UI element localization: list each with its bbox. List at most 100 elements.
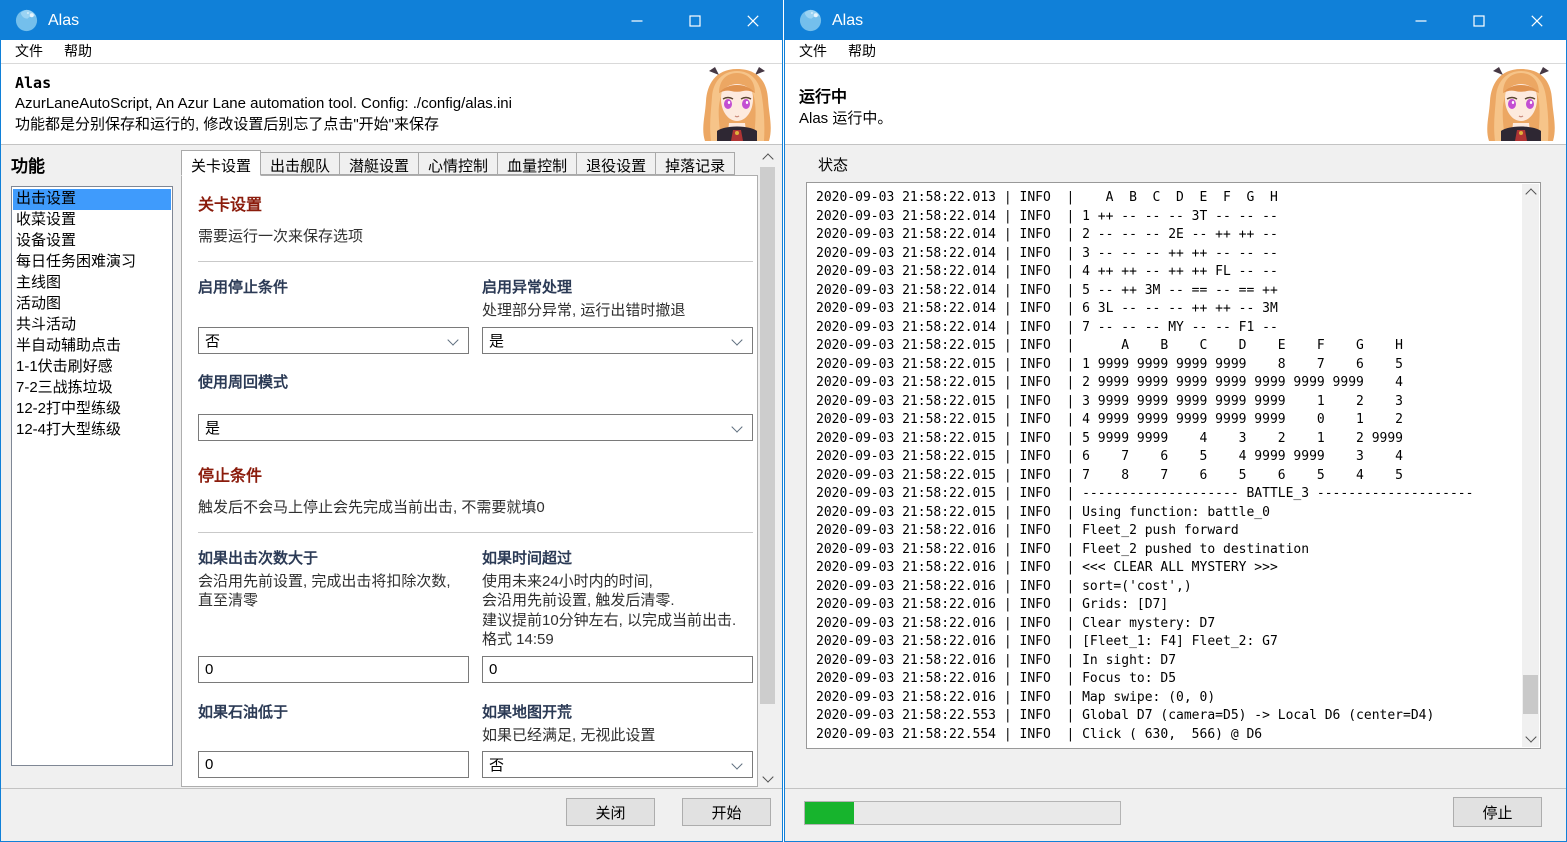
list-item[interactable]: 1-1伏击刷好感	[13, 357, 171, 378]
log-line: 2020-09-03 21:58:22.016 | INFO | Fleet_2…	[816, 541, 1310, 557]
close-button[interactable]	[724, 1, 782, 40]
if-oil-input[interactable]	[198, 751, 469, 778]
log-line: 2020-09-03 21:58:22.016 | INFO | sort=('…	[816, 578, 1192, 594]
loop-mode-select[interactable]: 是	[198, 413, 753, 441]
maximize-button[interactable]	[666, 1, 724, 40]
chevron-down-icon	[731, 420, 743, 433]
field-desc-if-map-clear: 如果已经满足, 无视此设置	[482, 726, 656, 744]
app-header: Alas AzurLaneAutoScript, An Azur Lane au…	[1, 64, 782, 145]
list-item[interactable]: 活动图	[13, 294, 171, 315]
tab-content: 关卡设置 需要运行一次来保存选项 启用停止条件 启用异常处理 处理部分异常, 运…	[181, 175, 758, 787]
field-label-if-time: 如果时间超过	[482, 549, 573, 567]
runner-main: 状态 2020-09-03 21:58:22.013 | INFO | A B …	[785, 145, 1566, 788]
log-line: 2020-09-03 21:58:22.014 | INFO | 7 -- --…	[816, 319, 1278, 335]
close-button[interactable]	[1508, 1, 1566, 40]
alas-logo-icon	[799, 9, 822, 32]
start-button[interactable]: 开始	[682, 798, 771, 826]
maximize-icon	[1473, 14, 1485, 27]
log-output[interactable]: 2020-09-03 21:58:22.013 | INFO | A B C D…	[808, 184, 1522, 747]
close-app-button[interactable]: 关闭	[566, 798, 655, 826]
field-label-enable-exception: 启用异常处理	[482, 279, 573, 296]
avatar-image	[1483, 67, 1559, 141]
list-item[interactable]: 设备设置	[13, 231, 171, 252]
log-line: 2020-09-03 21:58:22.015 | INFO | 5 9999 …	[816, 430, 1403, 446]
titlebar[interactable]: Alas	[1, 1, 782, 40]
chevron-down-icon	[1524, 731, 1537, 743]
log-line: 2020-09-03 21:58:22.015 | INFO | 7 8 7 6…	[816, 467, 1403, 483]
progress-fill	[805, 802, 854, 824]
config-window: Alas 文件 帮助 Alas AzurLaneAutoScript, An A…	[0, 0, 783, 842]
chevron-down-icon	[761, 771, 774, 783]
maximize-button[interactable]	[1450, 1, 1508, 40]
scroll-down-button[interactable]	[1522, 730, 1539, 747]
chevron-up-icon	[1524, 188, 1537, 200]
menu-bar: 文件 帮助	[785, 40, 1566, 64]
minimize-button[interactable]	[608, 1, 666, 40]
list-item[interactable]: 共斗活动	[13, 315, 171, 336]
bottom-bar: 停止	[785, 788, 1566, 841]
log-line: 2020-09-03 21:58:22.014 | INFO | 3 -- --…	[816, 245, 1278, 261]
list-item[interactable]: 12-2打中型练级	[13, 399, 171, 420]
log-line: 2020-09-03 21:58:22.014 | INFO | 2 -- --…	[816, 227, 1278, 242]
chevron-down-icon	[447, 333, 459, 346]
if-count-input[interactable]	[198, 655, 469, 683]
form-row-oil-map: 如果石油低于 如果地图开荒 如果已经满足, 无视此设置 否	[198, 703, 753, 778]
field-desc-if-time: 使用未来24小时内的时间, 会沿用先前设置, 触发后清零. 建议提前10分钟左右…	[482, 572, 737, 649]
tab-bar: 关卡设置 出击舰队 潜艇设置 心情控制 血量控制 退役设置 掉落记录	[181, 149, 758, 176]
tab[interactable]: 潜艇设置	[340, 152, 420, 175]
log-line: 2020-09-03 21:58:22.016 | INFO | Grids: …	[816, 597, 1169, 612]
menu-help[interactable]: 帮助	[844, 39, 885, 64]
tab[interactable]: 出击舰队	[261, 152, 341, 175]
scroll-up-button[interactable]	[1522, 184, 1539, 201]
tab[interactable]: 掉落记录	[656, 152, 736, 175]
list-item[interactable]: 出击设置	[13, 189, 171, 210]
alas-logo-icon	[15, 9, 38, 32]
minimize-icon	[631, 19, 643, 22]
enable-stop-select[interactable]: 否	[198, 326, 469, 354]
section-desc: 需要运行一次来保存选项	[198, 228, 364, 245]
enable-exception-select[interactable]: 是	[482, 326, 753, 354]
run-header: 运行中 Alas 运行中。	[785, 64, 1566, 145]
if-time-input[interactable]	[482, 655, 753, 683]
app-subtitle: AzurLaneAutoScript, An Azur Lane automat…	[15, 95, 512, 112]
menu-bar: 文件 帮助	[1, 40, 782, 64]
run-status-title: 运行中	[799, 89, 848, 106]
settings-scrollbar[interactable]	[759, 149, 776, 787]
settings-tab-area: 关卡设置 出击舰队 潜艇设置 心情控制 血量控制 退役设置 掉落记录 关卡设置 需要运行一次…	[181, 149, 758, 788]
chevron-down-icon	[731, 758, 743, 770]
divider	[198, 261, 753, 262]
list-item[interactable]: 主线图	[13, 273, 171, 294]
titlebar[interactable]: Alas	[785, 1, 1566, 40]
list-item[interactable]: 半自动辅助点击	[13, 336, 171, 357]
log-line: 2020-09-03 21:58:22.013 | INFO | A B C D…	[816, 190, 1278, 205]
stop-button[interactable]: 停止	[1453, 797, 1542, 827]
list-item[interactable]: 12-4打大型练级	[13, 420, 171, 441]
form-row-count-time: 如果出击次数大于 会沿用先前设置, 完成出击将扣除次数, 直至清零 如果时间超过…	[198, 549, 753, 683]
scrollbar-thumb[interactable]	[760, 167, 775, 704]
tab[interactable]: 退役设置	[577, 152, 657, 175]
menu-help[interactable]: 帮助	[60, 39, 101, 64]
field-label-if-map-clear: 如果地图开荒	[482, 703, 573, 721]
log-scrollbar[interactable]	[1522, 184, 1539, 747]
log-line: 2020-09-03 21:58:22.015 | INFO | 3 9999 …	[816, 393, 1403, 409]
minimize-button[interactable]	[1392, 1, 1450, 40]
log-line: 2020-09-03 21:58:22.553 | INFO | Global …	[816, 708, 1435, 723]
list-item[interactable]: 每日任务困难演习	[13, 252, 171, 273]
tab[interactable]: 血量控制	[498, 152, 578, 175]
tab[interactable]: 关卡设置	[181, 150, 262, 176]
function-list: 出击设置 收菜设置 设备设置 每日任务困难演习 主线图 活动图 共斗活动 半自动辅助点击 1-1…	[11, 186, 173, 766]
if-map-clear-select[interactable]: 否	[482, 751, 753, 778]
field-label-enable-stop: 启用停止条件	[198, 279, 289, 296]
tab[interactable]: 心情控制	[419, 152, 499, 175]
enable-exception-value: 是	[489, 332, 505, 350]
app-note: 功能都是分别保存和运行的, 修改设置后别忘了点击"开始"来保存	[15, 116, 439, 133]
scrollbar-thumb[interactable]	[1523, 675, 1538, 714]
scroll-down-button[interactable]	[759, 770, 776, 787]
menu-file[interactable]: 文件	[11, 39, 52, 64]
field-desc-if-count: 会沿用先前设置, 完成出击将扣除次数, 直至清零	[198, 572, 451, 610]
menu-file[interactable]: 文件	[795, 39, 836, 64]
list-item[interactable]: 收菜设置	[13, 210, 171, 231]
scroll-up-button[interactable]	[759, 149, 776, 166]
list-item[interactable]: 7-2三战拣垃圾	[13, 378, 171, 399]
log-line: 2020-09-03 21:58:22.016 | INFO | Fleet_2…	[816, 523, 1239, 538]
